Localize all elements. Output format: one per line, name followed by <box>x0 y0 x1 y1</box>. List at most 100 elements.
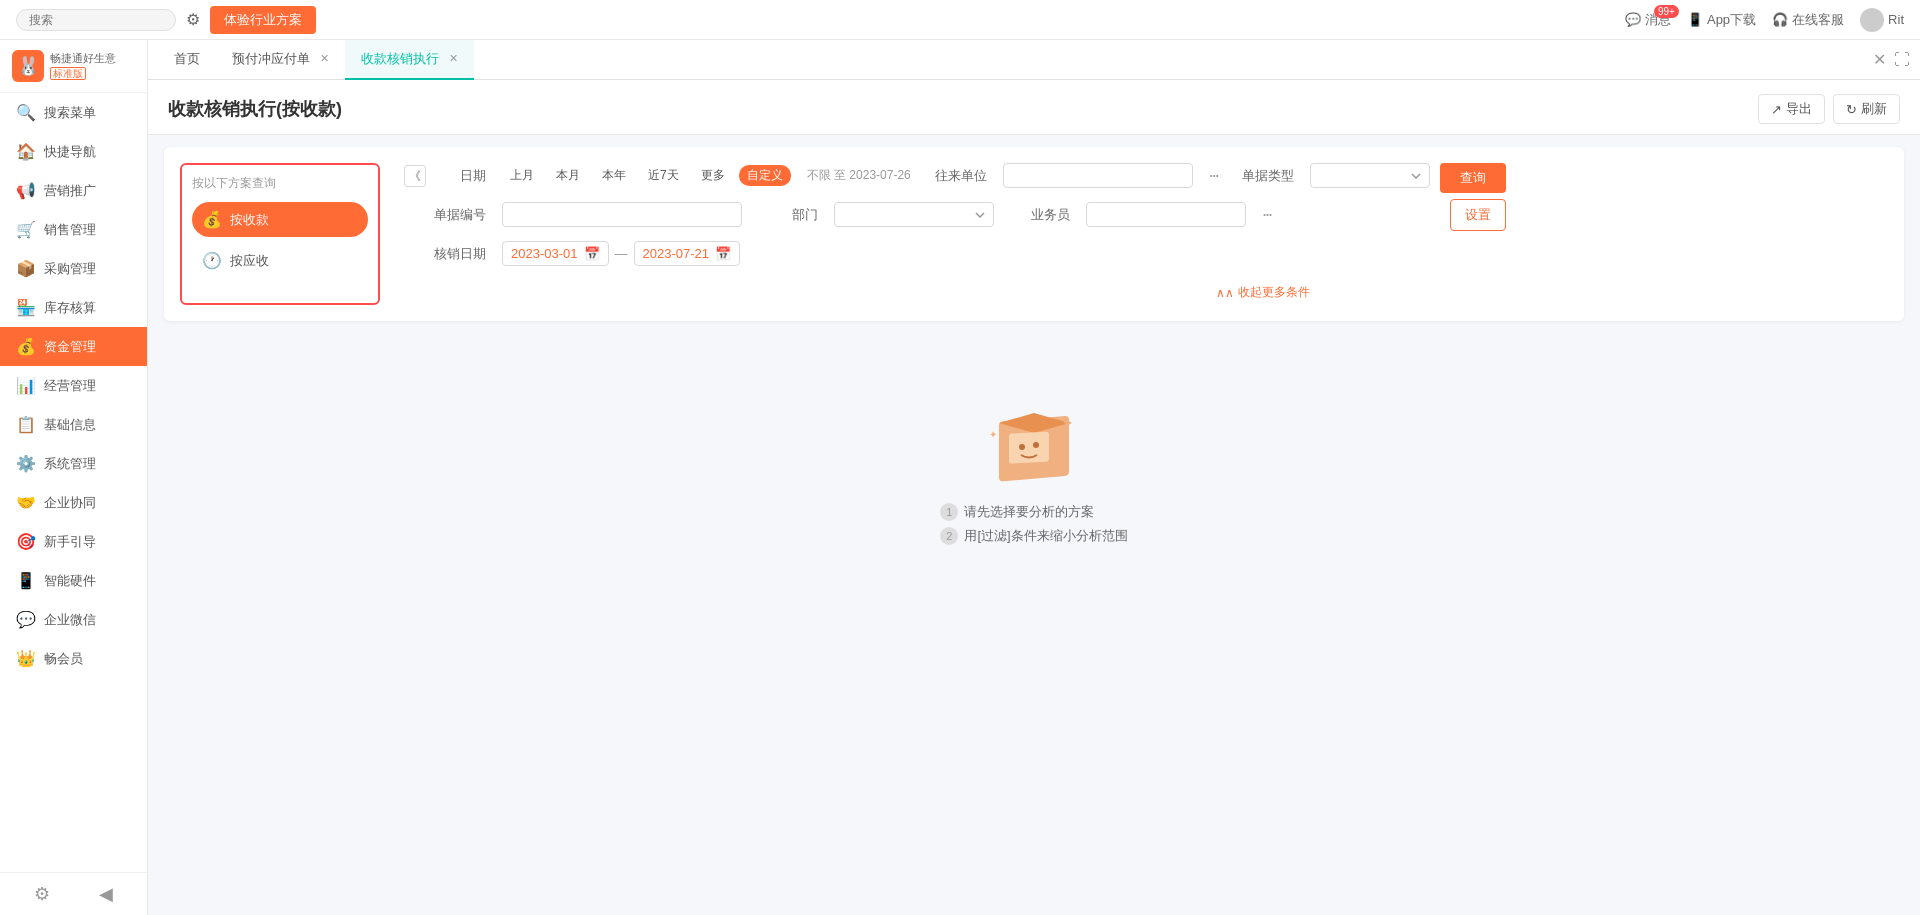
empty-tip-2: 2 用[过滤]条件来缩小分析范围 <box>940 527 1127 545</box>
headset-icon: 🎧 <box>1772 12 1788 27</box>
tab-home[interactable]: 首页 <box>158 40 216 80</box>
filter-collapse-button[interactable]: 《 <box>404 165 426 187</box>
tip-num-1: 1 <box>940 503 958 521</box>
sidebar-item-search[interactable]: 🔍 搜索菜单 <box>0 93 147 132</box>
sidebar-item-basic-info[interactable]: 📋 基础信息 <box>0 405 147 444</box>
industry-button[interactable]: 体验行业方案 <box>210 6 316 34</box>
export-label: 导出 <box>1786 100 1812 118</box>
phone-icon: 📱 <box>1687 12 1703 27</box>
online-service-label: 在线客服 <box>1792 11 1844 29</box>
tab-bar: 首页 预付冲应付单 ✕ 收款核销执行 ✕ ✕ ⛶ <box>148 40 1920 80</box>
online-service-button[interactable]: 🎧 在线客服 <box>1772 11 1844 29</box>
custom-date-badge[interactable]: 自定义 <box>739 165 791 186</box>
sidebar-item-cooperation[interactable]: 🤝 企业协同 <box>0 483 147 522</box>
filter-option-by-receivable[interactable]: 🕐 按应收 <box>192 243 368 278</box>
sidebar-item-purchase[interactable]: 📦 采购管理 <box>0 249 147 288</box>
bill-type-select[interactable] <box>1310 163 1430 188</box>
empty-tips: 1 请先选择要分析的方案 2 用[过滤]条件来缩小分析范围 <box>940 503 1127 545</box>
refresh-icon: ↻ <box>1846 102 1857 117</box>
sidebar-label-hardware: 智能硬件 <box>44 572 96 590</box>
dept-label: 部门 <box>758 206 818 224</box>
search-input[interactable] <box>16 9 176 31</box>
logo-text-block: 畅捷通好生意 标准版 <box>50 51 116 81</box>
device-icon: 📱 <box>16 571 36 590</box>
svg-text:✦: ✦ <box>989 429 997 440</box>
tab-collection[interactable]: 收款核销执行 ✕ <box>345 40 474 80</box>
search-icon: 🔍 <box>16 103 36 122</box>
sidebar-item-inventory[interactable]: 🏪 库存核算 <box>0 288 147 327</box>
dept-select[interactable] <box>834 202 994 227</box>
gear-icon[interactable]: ⚙ <box>186 10 200 29</box>
tab-collection-close[interactable]: ✕ <box>449 52 458 65</box>
messages-button[interactable]: 💬 消息 99+ <box>1625 11 1671 29</box>
date-btn-this-month[interactable]: 本月 <box>548 165 588 186</box>
version-tag: 标准版 <box>50 67 86 80</box>
verify-date-start[interactable]: 2023-03-01 📅 <box>502 241 609 266</box>
calendar-start-icon: 📅 <box>584 246 600 261</box>
date-btn-more[interactable]: 更多 <box>693 165 733 186</box>
setting-button[interactable]: 设置 <box>1450 199 1506 231</box>
sidebar-item-marketing[interactable]: 📢 营销推广 <box>0 171 147 210</box>
sidebar-item-newbie[interactable]: 🎯 新手引导 <box>0 522 147 561</box>
chat-icon: 💬 <box>1625 12 1641 27</box>
app-download-button[interactable]: 📱 App下载 <box>1687 11 1756 29</box>
sidebar-item-system[interactable]: ⚙️ 系统管理 <box>0 444 147 483</box>
clipboard-icon: 📋 <box>16 415 36 434</box>
query-button[interactable]: 查询 <box>1440 163 1506 193</box>
sidebar-item-finance[interactable]: 💰 资金管理 <box>0 327 147 366</box>
collapse-more-button[interactable]: ∧∧ 收起更多条件 <box>1216 280 1310 305</box>
staff-input[interactable] <box>1086 202 1246 227</box>
top-bar-left: ⚙ 体验行业方案 <box>16 6 316 34</box>
collapse-more-label: 收起更多条件 <box>1238 284 1310 301</box>
user-profile[interactable]: Rit <box>1860 8 1904 32</box>
tab-home-label: 首页 <box>174 50 200 68</box>
svg-point-4 <box>1033 442 1039 448</box>
sidebar-label-sales: 销售管理 <box>44 221 96 239</box>
svg-text:✦: ✦ <box>1062 415 1074 431</box>
dept-select-wrap <box>834 202 994 227</box>
filter-row-2: 单据编号 部门 业务员 ··· <box>426 202 1430 227</box>
sidebar-label-system: 系统管理 <box>44 455 96 473</box>
date-btn-7days[interactable]: 近7天 <box>640 165 687 186</box>
tab-prepay-close[interactable]: ✕ <box>320 52 329 65</box>
sidebar-item-quick-nav[interactable]: 🏠 快捷导航 <box>0 132 147 171</box>
partner-dots[interactable]: ··· <box>1209 165 1218 186</box>
messages-badge: 99+ <box>1654 5 1679 18</box>
staff-label: 业务员 <box>1010 206 1070 224</box>
sidebar-item-hardware[interactable]: 📱 智能硬件 <box>0 561 147 600</box>
tab-prepay[interactable]: 预付冲应付单 ✕ <box>216 40 345 80</box>
tab-prepay-label: 预付冲应付单 <box>232 50 310 68</box>
tab-expand-button[interactable]: ⛶ <box>1894 51 1910 69</box>
svg-point-3 <box>1019 444 1025 450</box>
content-area: 首页 预付冲应付单 ✕ 收款核销执行 ✕ ✕ ⛶ 收款核销执行(按收款) <box>148 40 1920 915</box>
date-btn-last-month[interactable]: 上月 <box>502 165 542 186</box>
sidebar-item-sales[interactable]: 🛒 销售管理 <box>0 210 147 249</box>
settings-icon[interactable]: ⚙ <box>34 883 50 905</box>
filter-option-by-receipt[interactable]: 💰 按收款 <box>192 202 368 237</box>
export-button[interactable]: ↗ 导出 <box>1758 94 1825 124</box>
partner-input[interactable] <box>1003 163 1193 188</box>
empty-tip-2-text: 用[过滤]条件来缩小分析范围 <box>964 527 1127 545</box>
avatar <box>1860 8 1884 32</box>
tab-close-button[interactable]: ✕ <box>1873 50 1886 69</box>
collapse-sidebar-icon[interactable]: ◀ <box>99 883 113 905</box>
staff-dots[interactable]: ··· <box>1262 204 1271 225</box>
partner-label: 往来单位 <box>927 167 987 185</box>
refresh-button[interactable]: ↻ 刷新 <box>1833 94 1900 124</box>
top-bar: ⚙ 体验行业方案 💬 消息 99+ 📱 App下载 🎧 在线客服 Rit <box>0 0 1920 40</box>
box-icon: 📦 <box>16 259 36 278</box>
date-btn-this-year[interactable]: 本年 <box>594 165 634 186</box>
filter-fields: 日期 上月 本月 本年 近7天 更多 自定义 不限 至 2023-07-26 往… <box>426 163 1430 305</box>
sidebar-label-finance: 资金管理 <box>44 338 96 356</box>
username-label: Rit <box>1888 12 1904 27</box>
sidebar-item-member[interactable]: 👑 畅会员 <box>0 639 147 678</box>
receivable-icon: 🕐 <box>202 251 222 270</box>
bill-no-input[interactable] <box>502 202 742 227</box>
sidebar-item-wechat[interactable]: 💬 企业微信 <box>0 600 147 639</box>
export-icon: ↗ <box>1771 102 1782 117</box>
bill-type-label: 单据类型 <box>1234 167 1294 185</box>
sidebar-label-quick-nav: 快捷导航 <box>44 143 96 161</box>
sidebar-item-business[interactable]: 📊 经营管理 <box>0 366 147 405</box>
target-icon: 🎯 <box>16 532 36 551</box>
verify-date-end[interactable]: 2023-07-21 📅 <box>634 241 741 266</box>
